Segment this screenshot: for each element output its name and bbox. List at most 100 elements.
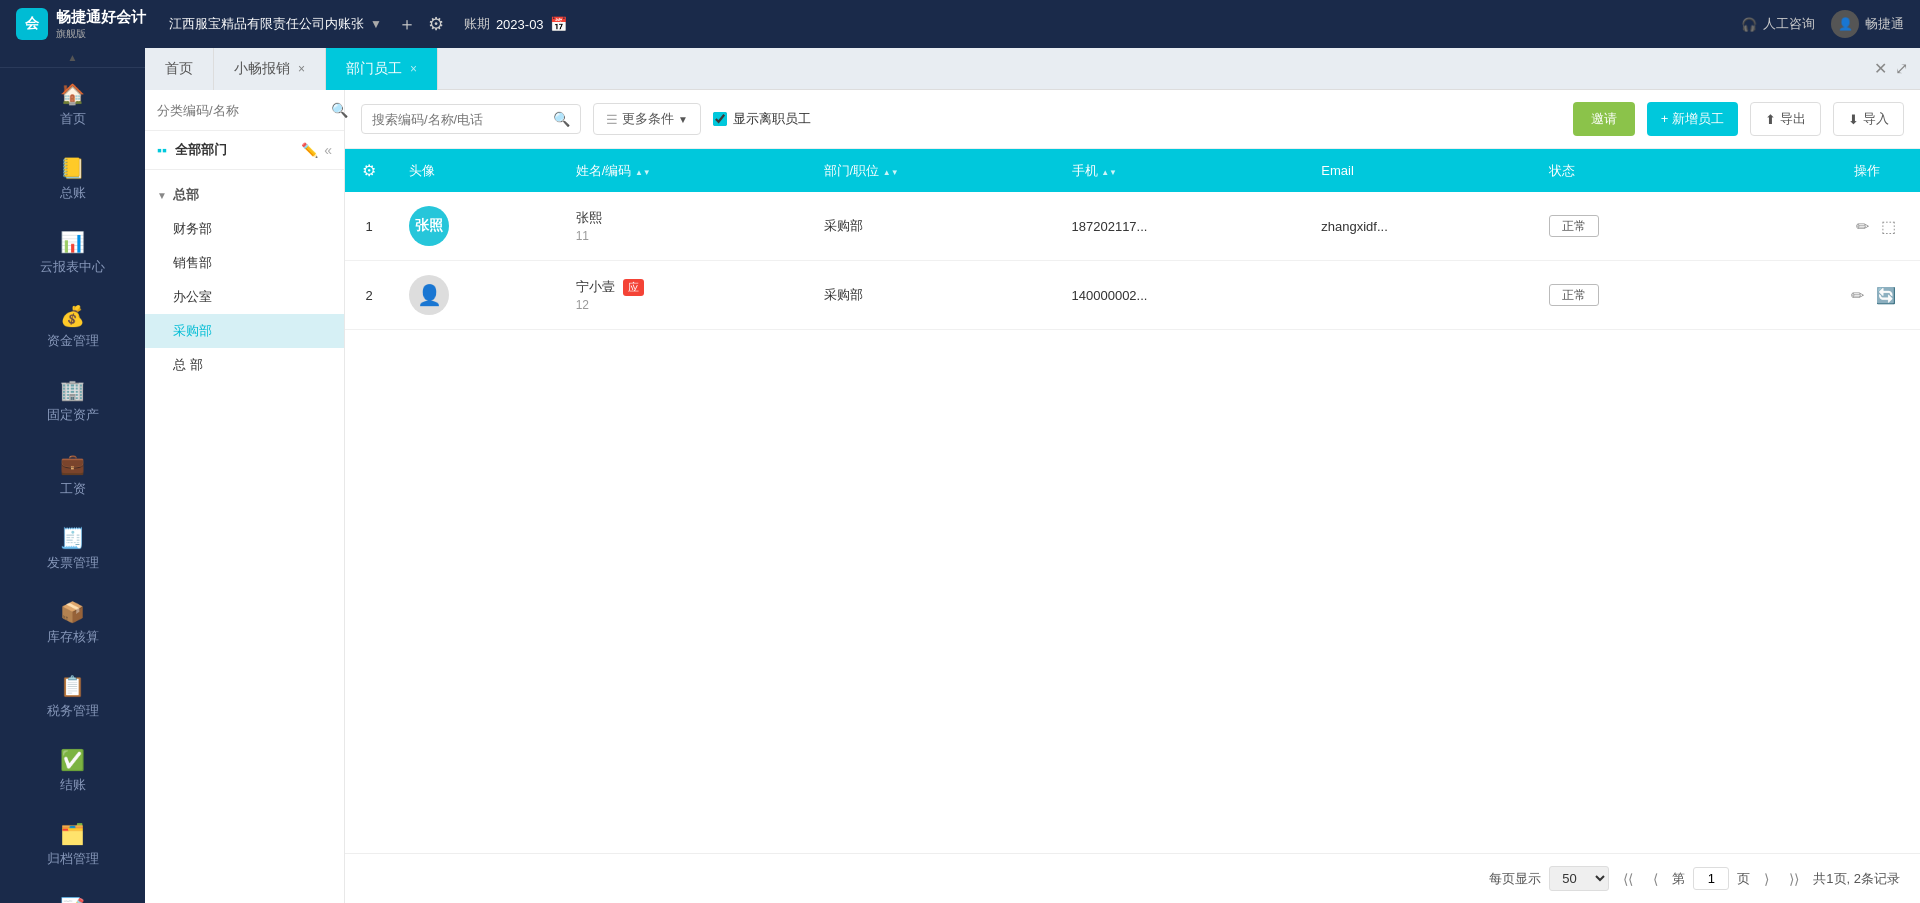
show-resigned-checkbox[interactable] bbox=[713, 112, 727, 126]
dept-node-purchase[interactable]: 采购部 bbox=[145, 314, 344, 348]
tabs-right-actions: ✕ ⤢ bbox=[1874, 59, 1920, 78]
export-button[interactable]: ⬆ 导出 bbox=[1750, 102, 1821, 136]
row2-delete-icon[interactable]: 🔄 bbox=[1876, 286, 1896, 305]
show-resigned-label: 显示离职员工 bbox=[733, 110, 811, 128]
row1-avatar: 张照 bbox=[409, 206, 449, 246]
row1-logout-icon[interactable]: ⬚ bbox=[1881, 217, 1896, 236]
add-employee-button[interactable]: + 新增员工 bbox=[1647, 102, 1738, 136]
th-phone[interactable]: 手机 ▲▼ bbox=[1056, 149, 1306, 192]
row2-avatar: 👤 bbox=[409, 275, 449, 315]
page-first-button[interactable]: ⟨⟨ bbox=[1617, 869, 1639, 889]
company-dropdown-icon[interactable]: ▼ bbox=[370, 17, 382, 31]
all-dept-label: 全部部门 bbox=[175, 141, 293, 159]
sidebar-label-archive: 归档管理 bbox=[47, 850, 99, 868]
page-next-button[interactable]: ⟩ bbox=[1758, 869, 1775, 889]
sidebar-item-expense[interactable]: 📝 小畅报销 bbox=[0, 882, 145, 903]
row2-name-cell: 宁小壹 应 12 bbox=[560, 261, 808, 330]
calendar-icon[interactable]: 📅 bbox=[550, 16, 567, 32]
sidebar-item-invoice[interactable]: 🧾 发票管理 bbox=[0, 512, 145, 586]
th-dept-position[interactable]: 部门/职位 ▲▼ bbox=[808, 149, 1056, 192]
company-selector[interactable]: 江西服宝精品有限责任公司内账张 ▼ bbox=[169, 15, 382, 33]
sidebar-label-fixed-assets: 固定资产 bbox=[47, 406, 99, 424]
sidebar-scroll-up[interactable]: ▲ bbox=[68, 52, 78, 63]
th-settings[interactable]: ⚙ bbox=[345, 149, 393, 192]
page-last-button[interactable]: ⟩⟩ bbox=[1783, 869, 1805, 889]
tab-expense-close[interactable]: × bbox=[298, 62, 305, 76]
invite-button[interactable]: 邀请 bbox=[1573, 102, 1635, 136]
dept-collapse-icon[interactable]: « bbox=[324, 142, 332, 158]
sidebar: ▲ 🏠 首页 📒 总账 📊 云报表中心 💰 资金管理 🏢 固定资产 💼 工资 🧾 bbox=[0, 48, 145, 903]
sidebar-item-salary[interactable]: 💼 工资 bbox=[0, 438, 145, 512]
dept-node-hq[interactable]: 总 部 bbox=[145, 348, 344, 382]
dept-node-root-label: 总部 bbox=[173, 186, 199, 204]
dept-edit-icon[interactable]: ✏️ bbox=[301, 142, 318, 158]
import-button[interactable]: ⬇ 导入 bbox=[1833, 102, 1904, 136]
sidebar-item-tax[interactable]: 📋 税务管理 bbox=[0, 660, 145, 734]
sidebar-label-salary: 工资 bbox=[60, 480, 86, 498]
settings-button[interactable]: ⚙ bbox=[428, 13, 444, 35]
row1-name: 张熙 bbox=[576, 209, 792, 227]
row1-phone: 187202117... bbox=[1056, 192, 1306, 261]
filter-icon: ☰ bbox=[606, 112, 618, 127]
tab-home[interactable]: 首页 bbox=[145, 48, 214, 90]
row1-edit-icon[interactable]: ✏ bbox=[1856, 217, 1869, 236]
row2-status-cell: 正常 bbox=[1533, 261, 1723, 330]
tab-close-all[interactable]: ✕ bbox=[1874, 59, 1887, 78]
page-prev-button[interactable]: ⟨ bbox=[1647, 869, 1664, 889]
dept-search-input[interactable] bbox=[157, 103, 325, 118]
tab-dept-close[interactable]: × bbox=[410, 62, 417, 76]
user-area[interactable]: 👤 畅捷通 bbox=[1831, 10, 1904, 38]
sidebar-item-reports[interactable]: 📊 云报表中心 bbox=[0, 216, 145, 290]
sidebar-item-inventory[interactable]: 📦 库存核算 bbox=[0, 586, 145, 660]
period-area: 账期 2023-03 📅 bbox=[464, 15, 567, 33]
per-page-select[interactable]: 50 10 20 100 bbox=[1549, 866, 1609, 891]
dept-all-header[interactable]: ▪▪ 全部部门 ✏️ « bbox=[145, 131, 344, 170]
name-sort-arrows: ▲▼ bbox=[635, 169, 651, 177]
root-collapse-arrow: ▼ bbox=[157, 190, 167, 201]
sidebar-item-home[interactable]: 🏠 首页 bbox=[0, 68, 145, 142]
tab-expense[interactable]: 小畅报销 × bbox=[214, 48, 326, 90]
content-area: 首页 小畅报销 × 部门员工 × ✕ ⤢ 🔍 bbox=[145, 48, 1920, 903]
sidebar-item-archive[interactable]: 🗂️ 归档管理 bbox=[0, 808, 145, 882]
user-avatar: 👤 bbox=[1831, 10, 1859, 38]
sidebar-item-funds[interactable]: 💰 资金管理 bbox=[0, 290, 145, 364]
row2-edit-icon[interactable]: ✏ bbox=[1851, 286, 1864, 305]
row1-email: zhangxidf... bbox=[1305, 192, 1533, 261]
support-button[interactable]: 🎧 人工咨询 bbox=[1741, 15, 1815, 33]
th-actions-label: 操作 bbox=[1854, 163, 1880, 178]
fixed-assets-icon: 🏢 bbox=[60, 378, 85, 402]
row2-avatar-cell: 👤 bbox=[393, 261, 560, 330]
tab-expand[interactable]: ⤢ bbox=[1895, 59, 1908, 78]
employee-search-input[interactable] bbox=[372, 112, 547, 127]
tab-dept-employee[interactable]: 部门员工 × bbox=[326, 48, 438, 90]
dept-node-hq-label: 总 部 bbox=[173, 356, 203, 374]
dept-tree: ▼ 总部 财务部 销售部 办公室 采购部 bbox=[145, 170, 344, 903]
table-settings-icon[interactable]: ⚙ bbox=[362, 162, 376, 179]
company-name: 江西服宝精品有限责任公司内账张 bbox=[169, 15, 364, 33]
row2-email bbox=[1305, 261, 1533, 330]
filter-button[interactable]: ☰ 更多条件 ▼ bbox=[593, 103, 701, 135]
import-icon: ⬇ bbox=[1848, 112, 1859, 127]
header-actions: ＋ ⚙ 账期 2023-03 📅 bbox=[398, 12, 567, 36]
page-number-input[interactable] bbox=[1693, 867, 1729, 890]
row2-actions: ✏ 🔄 bbox=[1739, 286, 1896, 305]
th-actions: 操作 bbox=[1723, 149, 1920, 192]
toolbar: 🔍 ☰ 更多条件 ▼ 显示离职员工 邀请 bbox=[345, 90, 1920, 149]
th-name-code[interactable]: 姓名/编码 ▲▼ bbox=[560, 149, 808, 192]
sidebar-item-closing[interactable]: ✅ 结账 bbox=[0, 734, 145, 808]
th-avatar: 头像 bbox=[393, 149, 560, 192]
sidebar-item-fixed-assets[interactable]: 🏢 固定资产 bbox=[0, 364, 145, 438]
dept-node-finance[interactable]: 财务部 bbox=[145, 212, 344, 246]
row1-code: 11 bbox=[576, 229, 792, 243]
dept-node-sales[interactable]: 销售部 bbox=[145, 246, 344, 280]
show-resigned-area[interactable]: 显示离职员工 bbox=[713, 110, 811, 128]
dept-node-office[interactable]: 办公室 bbox=[145, 280, 344, 314]
table-header-row: ⚙ 头像 姓名/编码 ▲▼ 部门/职位 bbox=[345, 149, 1920, 192]
sidebar-item-ledger[interactable]: 📒 总账 bbox=[0, 142, 145, 216]
tab-home-label: 首页 bbox=[165, 60, 193, 78]
add-button[interactable]: ＋ bbox=[398, 12, 416, 36]
search-icon[interactable]: 🔍 bbox=[553, 111, 570, 127]
sidebar-label-closing: 结账 bbox=[60, 776, 86, 794]
dept-node-root[interactable]: ▼ 总部 bbox=[145, 178, 344, 212]
dept-node-finance-label: 财务部 bbox=[173, 220, 212, 238]
